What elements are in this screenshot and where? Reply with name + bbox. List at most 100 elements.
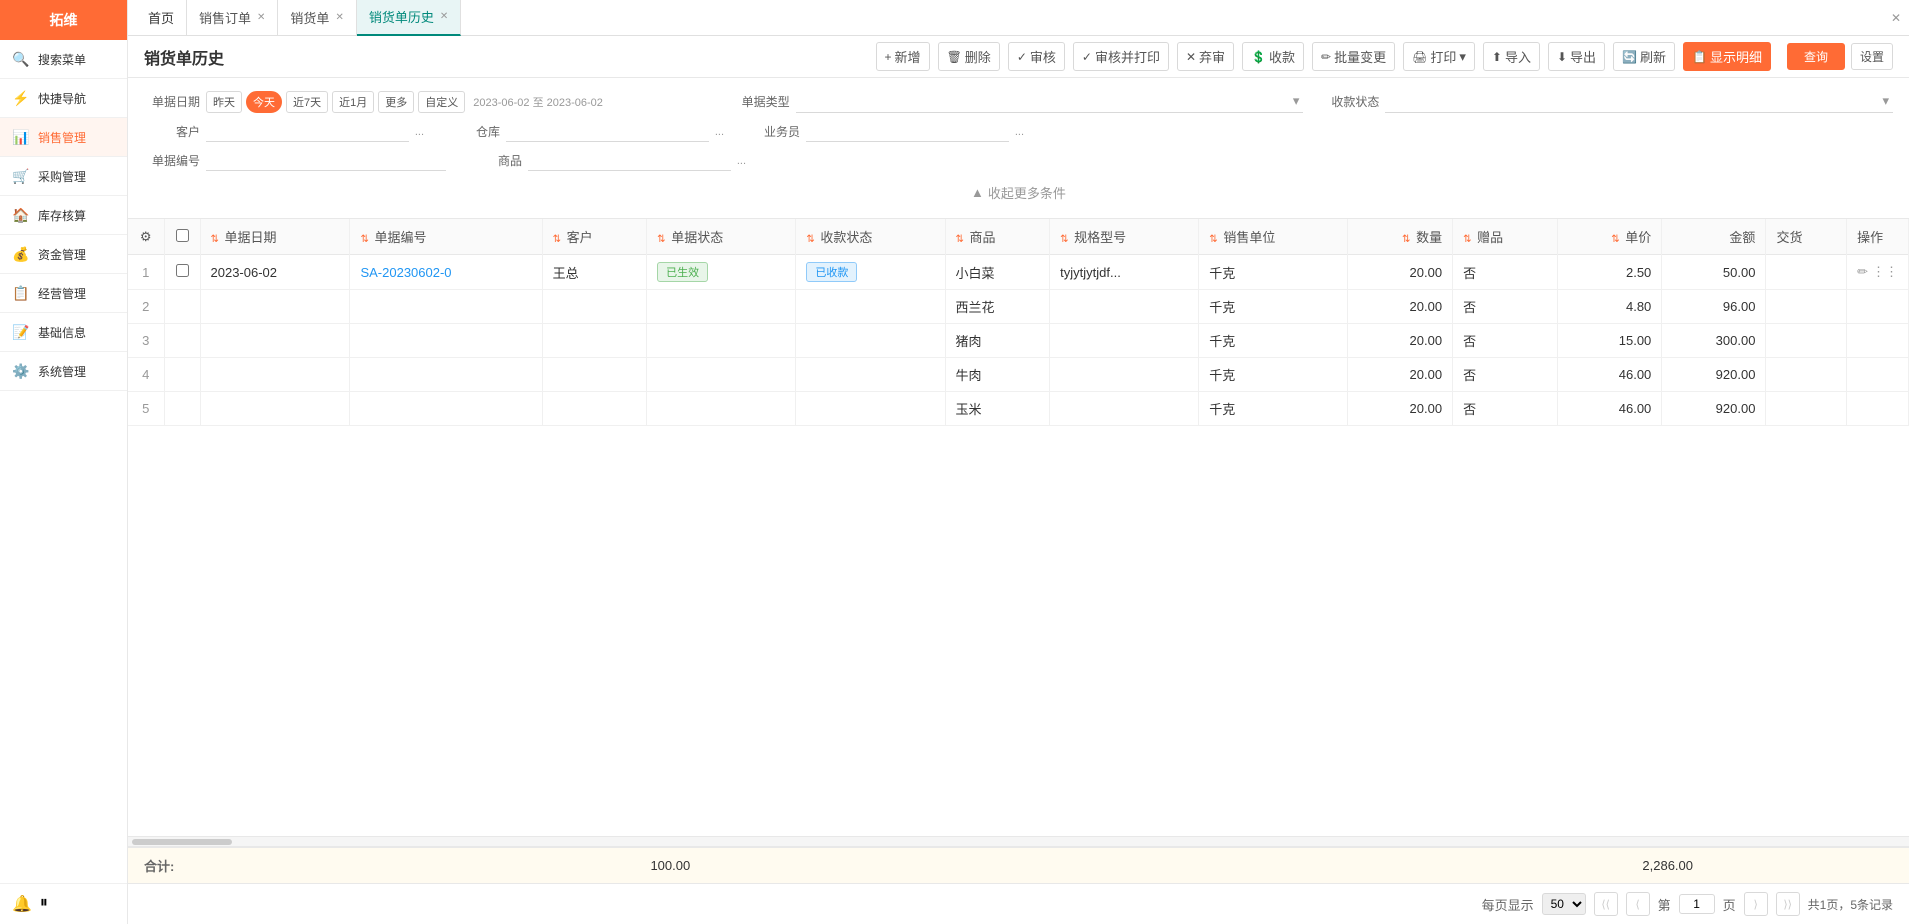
- abandon-button[interactable]: ✕ 弃审: [1177, 42, 1234, 71]
- col-unit[interactable]: ⇅ 销售单位: [1199, 219, 1348, 255]
- import-button[interactable]: ⬆ 导入: [1483, 42, 1540, 71]
- add-button[interactable]: + 新增: [876, 42, 930, 71]
- date-btn-1month[interactable]: 近1月: [332, 91, 374, 113]
- goods-input[interactable]: [528, 150, 731, 171]
- tab-sales-order-close[interactable]: ✕: [257, 12, 265, 23]
- import-label: 导入: [1505, 47, 1531, 66]
- col-goods[interactable]: ⇅ 商品: [945, 219, 1050, 255]
- sidebar-item-quick-nav[interactable]: ⚡ 快捷导航: [0, 79, 127, 118]
- col-gift[interactable]: ⇅ 赠品: [1453, 219, 1558, 255]
- refresh-button[interactable]: 🔄 刷新: [1613, 42, 1675, 71]
- col-checkbox[interactable]: [164, 219, 200, 255]
- filter-area: 单据日期 昨天 今天 近7天 近1月 更多 自定义 2023-06-02 至 2…: [128, 78, 1909, 219]
- cell-checkbox[interactable]: [164, 290, 200, 324]
- tab-home-label: 首页: [148, 8, 174, 27]
- notification-icon[interactable]: 🔔: [12, 894, 32, 914]
- sidebar-item-base-info[interactable]: 📝 基础信息: [0, 313, 127, 352]
- col-customer-label: 客户: [567, 230, 593, 245]
- cell-row-num: 2: [128, 290, 164, 324]
- approve-button[interactable]: ✓ 审核: [1008, 42, 1065, 71]
- col-payment-status[interactable]: ⇅ 收款状态: [796, 219, 945, 255]
- sort-icon: ⇅: [1463, 234, 1471, 245]
- customer-input[interactable]: [206, 121, 409, 142]
- col-doc-status[interactable]: ⇅ 单据状态: [647, 219, 796, 255]
- doc-type-select[interactable]: ▾: [796, 90, 1304, 113]
- salesperson-input[interactable]: [806, 121, 1009, 142]
- cell-checkbox[interactable]: [164, 255, 200, 290]
- query-button[interactable]: 查询: [1787, 43, 1845, 70]
- customer-dots-icon[interactable]: ...: [415, 126, 424, 138]
- tabs-bar-close[interactable]: ✕: [1891, 11, 1901, 25]
- horizontal-scrollbar[interactable]: [128, 836, 1909, 846]
- cell-checkbox[interactable]: [164, 392, 200, 426]
- warehouse-dots-icon[interactable]: ...: [715, 126, 724, 138]
- table-row: 3 猪肉 千克 20.00 否 15.00 300.00: [128, 324, 1909, 358]
- doc-no-link[interactable]: SA-20230602-0: [360, 265, 451, 280]
- filter-row-3: 单据编号 商品 ...: [144, 150, 1893, 171]
- customer-filter-item: 客户 ...: [144, 121, 424, 142]
- col-date[interactable]: ⇅ 单据日期: [200, 219, 350, 255]
- edit-icon[interactable]: ✏: [1857, 264, 1868, 280]
- approve-print-button[interactable]: ✓ 审核并打印: [1073, 42, 1169, 71]
- table-container[interactable]: ⚙ ⇅ 单据日期 ⇅ 单据编号 ⇅ 客户: [128, 219, 1909, 836]
- cell-checkbox[interactable]: [164, 324, 200, 358]
- sidebar-item-search-menu[interactable]: 🔍 搜索菜单: [0, 40, 127, 79]
- sort-icon: ⇅: [657, 234, 665, 245]
- last-page-button[interactable]: ⟩⟩: [1776, 892, 1800, 916]
- print-button[interactable]: 🖨 打印 ▾: [1403, 42, 1475, 71]
- cell-amount: 300.00: [1662, 324, 1766, 358]
- cell-checkbox[interactable]: [164, 358, 200, 392]
- salesperson-dots-icon[interactable]: ...: [1015, 126, 1024, 138]
- collect-button[interactable]: 💲 收款: [1242, 42, 1304, 71]
- settings-button[interactable]: 设置: [1851, 43, 1893, 70]
- col-customer[interactable]: ⇅ 客户: [542, 219, 647, 255]
- date-btn-more[interactable]: 更多: [378, 91, 414, 113]
- sidebar-item-inventory[interactable]: 🏠 库存核算: [0, 196, 127, 235]
- cell-doc-status: [647, 392, 796, 426]
- goods-dots-icon[interactable]: ...: [737, 155, 746, 167]
- tab-sales-goods-close[interactable]: ✕: [335, 12, 343, 23]
- batch-change-button[interactable]: ✏ 批量变更: [1312, 42, 1395, 71]
- payment-status-select[interactable]: ▾: [1385, 90, 1893, 113]
- sidebar-item-sales-mgmt[interactable]: 📊 销售管理: [0, 118, 127, 157]
- col-doc-no[interactable]: ⇅ 单据编号: [350, 219, 542, 255]
- date-btn-custom[interactable]: 自定义: [418, 91, 465, 113]
- warehouse-input[interactable]: [506, 121, 709, 142]
- delete-button[interactable]: 🗑 删除: [938, 42, 1000, 71]
- sidebar-item-sys-mgmt[interactable]: ⚙️ 系统管理: [0, 352, 127, 391]
- next-page-button[interactable]: ⟩: [1744, 892, 1768, 916]
- doc-num-filter-item: 单据编号: [144, 150, 446, 171]
- sidebar-item-ops-mgmt[interactable]: 📋 经营管理: [0, 274, 127, 313]
- date-btn-7days[interactable]: 近7天: [286, 91, 328, 113]
- tab-sales-order[interactable]: 销售订单 ✕: [187, 0, 278, 36]
- more-icon[interactable]: ⋮⋮: [1872, 264, 1898, 280]
- page-size-select[interactable]: 50: [1542, 893, 1586, 915]
- show-detail-button[interactable]: 📋 显示明细: [1683, 42, 1771, 71]
- cell-row-num: 5: [128, 392, 164, 426]
- date-btn-yesterday[interactable]: 昨天: [206, 91, 242, 113]
- row-checkbox[interactable]: [176, 264, 189, 277]
- date-btn-today[interactable]: 今天: [246, 91, 282, 113]
- cell-amount: 920.00: [1662, 358, 1766, 392]
- salesperson-label: 业务员: [744, 123, 800, 140]
- col-spec[interactable]: ⇅ 规格型号: [1050, 219, 1199, 255]
- select-all-checkbox[interactable]: [176, 229, 189, 242]
- tab-sales-history-close[interactable]: ✕: [440, 11, 448, 22]
- show-detail-label: 显示明细: [1710, 47, 1762, 66]
- collapse-button[interactable]: ▲ 收起更多条件: [971, 183, 1066, 202]
- tab-sales-goods[interactable]: 销货单 ✕: [278, 0, 356, 36]
- prev-page-button[interactable]: ⟨: [1626, 892, 1650, 916]
- first-page-button[interactable]: ⟨⟨: [1594, 892, 1618, 916]
- scroll-thumb[interactable]: [132, 839, 232, 845]
- tab-home[interactable]: 首页: [136, 0, 187, 36]
- doc-num-input[interactable]: [206, 150, 446, 171]
- pause-icon[interactable]: ⏸: [40, 894, 48, 914]
- col-qty[interactable]: ⇅ 数量: [1348, 219, 1453, 255]
- sidebar-item-finance-mgmt[interactable]: 💰 资金管理: [0, 235, 127, 274]
- col-unit-price[interactable]: ⇅ 单价: [1557, 219, 1662, 255]
- tab-sales-history[interactable]: 销货单历史 ✕: [357, 0, 461, 36]
- page-input[interactable]: [1679, 894, 1715, 914]
- col-gear[interactable]: ⚙: [128, 219, 164, 255]
- sidebar-item-purchase-mgmt[interactable]: 🛒 采购管理: [0, 157, 127, 196]
- export-button[interactable]: ⬇ 导出: [1548, 42, 1605, 71]
